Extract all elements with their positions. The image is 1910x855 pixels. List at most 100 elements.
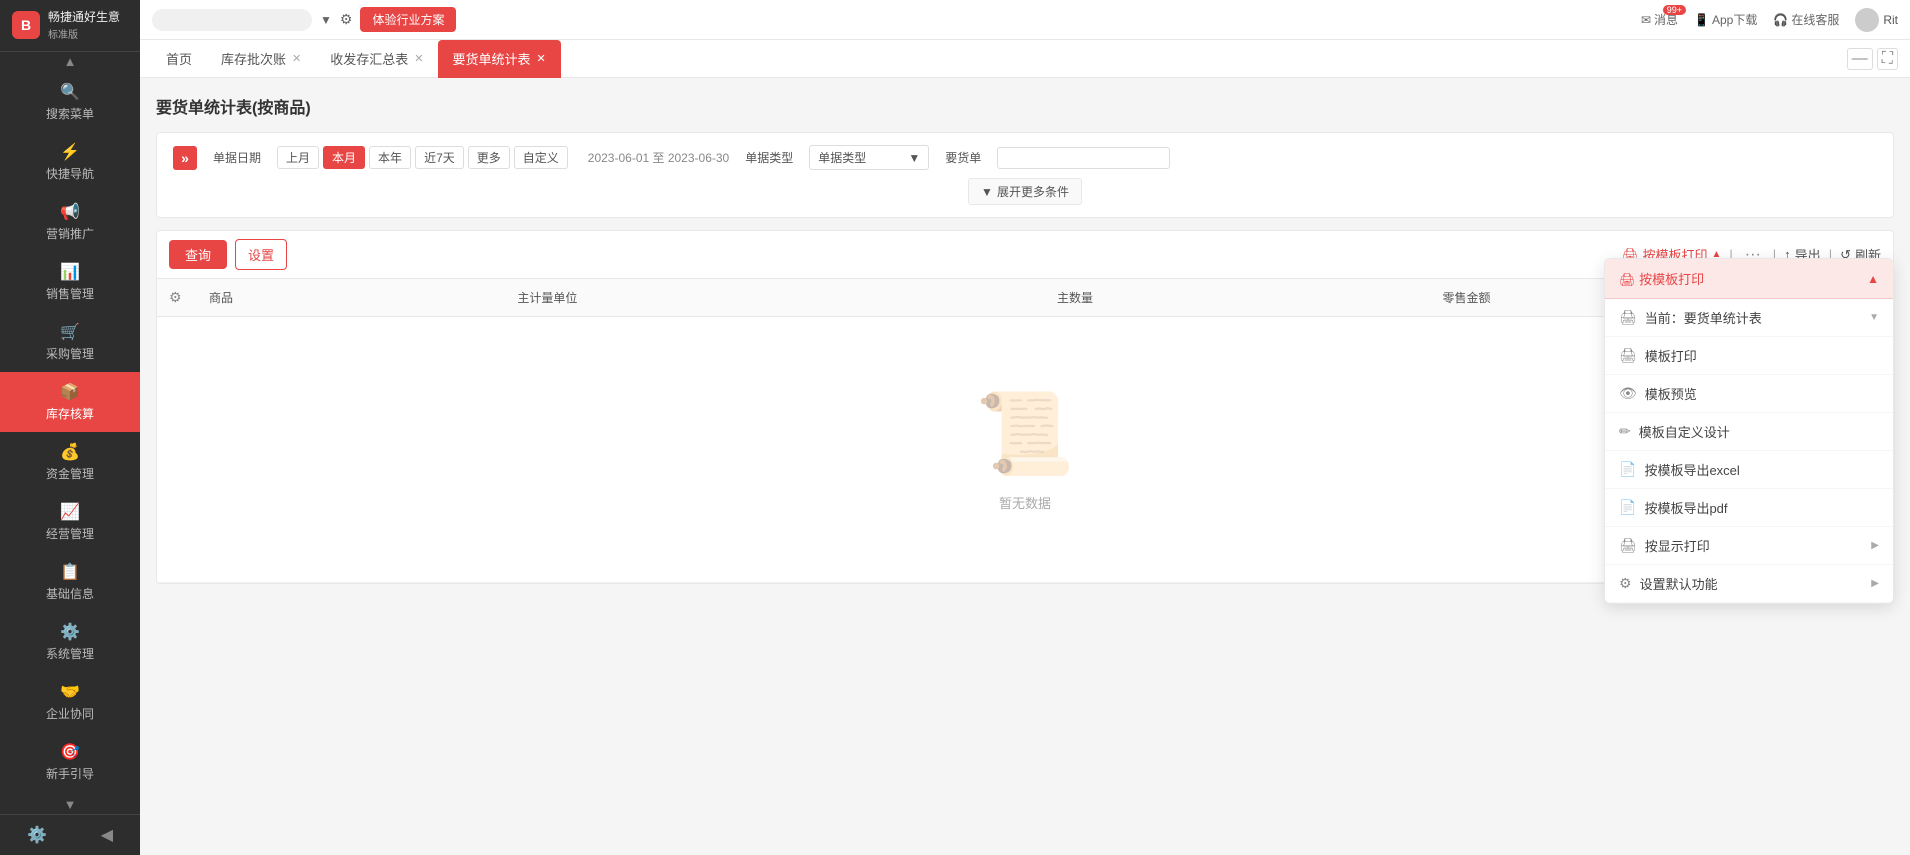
- sidebar-item-search[interactable]: 🔍 搜索菜单: [0, 72, 140, 132]
- setting-button[interactable]: 设置: [235, 239, 287, 270]
- template-custom-label: 模板自定义设计: [1639, 422, 1730, 441]
- print-dropdown: 🖨 按模板打印 ▲ 🖨 当前：要货单统计表 ▼ 🖨 模板打印: [1604, 258, 1894, 604]
- tabs-bar: 首页 库存批次账 ✕ 收发存汇总表 ✕ 要货单统计表 ✕ — ⛶: [140, 40, 1910, 78]
- online-support-link[interactable]: 🎧 在线客服: [1773, 11, 1839, 28]
- tabs-actions: — ⛶: [1847, 48, 1898, 70]
- goods-input[interactable]: [997, 147, 1170, 169]
- tab-home-label: 首页: [166, 49, 192, 68]
- date-btn-more[interactable]: 更多: [468, 146, 510, 169]
- print-current-item-left: 🖨 当前：要货单统计表: [1619, 308, 1762, 327]
- set-default-icon: ⚙: [1619, 575, 1632, 592]
- sidebar-bottom: ⚙️ ◀: [0, 814, 140, 855]
- tab-maximize-button[interactable]: ⛶: [1877, 48, 1898, 70]
- support-icon: 🎧: [1773, 13, 1788, 27]
- app-logo: B 畅捷通好生意 标准版: [0, 0, 140, 52]
- query-button[interactable]: 查询: [169, 240, 227, 269]
- print-export-pdf-item[interactable]: 📄 按模板导出pdf: [1605, 489, 1893, 527]
- col-settings-icon[interactable]: ⚙: [169, 289, 182, 305]
- expand-more-icon: ▼: [981, 185, 993, 199]
- date-buttons: 上月 本月 本年 近7天 更多 自定义: [277, 146, 568, 169]
- sidebar-item-marketing[interactable]: 📢 营销推广: [0, 192, 140, 252]
- sidebar-item-cooperation[interactable]: 🤝 企业协同: [0, 672, 140, 732]
- date-filter-label: 单据日期: [213, 149, 261, 166]
- sidebar-scroll-down[interactable]: ▼: [0, 794, 140, 814]
- search-icon: 🔍: [60, 82, 80, 102]
- empty-text: 暂无数据: [999, 493, 1051, 512]
- type-select[interactable]: 单据类型 ▼: [809, 145, 929, 170]
- print-set-default-item[interactable]: ⚙ 设置默认功能 ▶: [1605, 565, 1893, 603]
- print-current-item[interactable]: 🖨 当前：要货单统计表 ▼: [1605, 299, 1893, 337]
- col-goods: 商品: [197, 279, 505, 317]
- app-download-link[interactable]: 📱 App下载: [1694, 11, 1757, 28]
- sales-icon: 📊: [60, 262, 80, 282]
- sidebar-item-guide[interactable]: 🎯 新手引导: [0, 732, 140, 792]
- template-preview-icon: 👁: [1619, 385, 1637, 402]
- tab-inventory-batch[interactable]: 库存批次账 ✕: [207, 40, 316, 78]
- display-print-item-left: 🖨 按显示打印: [1619, 536, 1710, 555]
- tab-minimize-button[interactable]: —: [1847, 48, 1873, 70]
- sidebar-label-basic: 基础信息: [46, 585, 94, 602]
- print-display-print-item[interactable]: 🖨 按显示打印 ▶: [1605, 527, 1893, 565]
- template-preview-label: 模板预览: [1645, 384, 1697, 403]
- col-quantity: 主数量: [1045, 279, 1430, 317]
- date-btn-this-year[interactable]: 本年: [369, 146, 411, 169]
- type-filter-label: 单据类型: [745, 149, 793, 166]
- user-avatar-area[interactable]: Rit: [1855, 8, 1898, 32]
- tab-receipt-summary[interactable]: 收发存汇总表 ✕: [316, 40, 438, 78]
- sidebar-label-purchase: 采购管理: [46, 345, 94, 362]
- inventory-icon: 📦: [60, 382, 80, 402]
- sidebar-item-inventory[interactable]: 📦 库存核算: [0, 372, 140, 432]
- export-excel-icon: 📄: [1619, 461, 1636, 478]
- sidebar-label-marketing: 营销推广: [46, 225, 94, 242]
- print-dropdown-header: 🖨 按模板打印 ▲: [1605, 259, 1893, 299]
- print-export-excel-item[interactable]: 📄 按模板导出excel: [1605, 451, 1893, 489]
- date-btn-custom[interactable]: 自定义: [514, 146, 568, 169]
- tab-receipt-summary-close[interactable]: ✕: [414, 52, 423, 65]
- sidebar-item-basic[interactable]: 📋 基础信息: [0, 552, 140, 612]
- print-template-custom-item[interactable]: ✏ 模板自定义设计: [1605, 413, 1893, 451]
- expand-more-btn[interactable]: ▼ 展开更多条件: [968, 178, 1082, 205]
- current-item-chevron: ▼: [1869, 312, 1879, 323]
- date-btn-7days[interactable]: 近7天: [415, 146, 464, 169]
- collapse-icon[interactable]: ◀: [101, 825, 113, 845]
- sidebar-scroll-up[interactable]: ▲: [0, 52, 140, 72]
- sidebar-item-purchase[interactable]: 🛒 采购管理: [0, 312, 140, 372]
- topbar-gear-icon[interactable]: ⚙: [340, 11, 353, 28]
- current-item-icon: 🖨: [1619, 309, 1637, 326]
- logo-text-block: 畅捷通好生意 标准版: [48, 10, 120, 41]
- trial-button[interactable]: 体验行业方案: [360, 7, 456, 32]
- user-avatar: [1855, 8, 1879, 32]
- empty-illustration: 📜: [975, 387, 1075, 481]
- purchase-icon: 🛒: [60, 322, 80, 342]
- settings-icon[interactable]: ⚙️: [27, 825, 47, 845]
- print-template-print-item[interactable]: 🖨 模板打印: [1605, 337, 1893, 375]
- template-print-item-left: 🖨 模板打印: [1619, 346, 1697, 365]
- template-custom-icon: ✏: [1619, 423, 1631, 440]
- sidebar-item-finance[interactable]: 💰 资金管理: [0, 432, 140, 492]
- search-input[interactable]: [152, 9, 312, 31]
- print-header-icon: 🖨: [1619, 272, 1636, 287]
- tab-requisition-stats[interactable]: 要货单统计表 ✕: [438, 40, 560, 78]
- message-notification[interactable]: ✉ 消息 99+: [1641, 11, 1678, 28]
- system-icon: ⚙️: [60, 622, 80, 642]
- date-btn-last-month[interactable]: 上月: [277, 146, 319, 169]
- set-default-chevron: ▶: [1871, 578, 1879, 589]
- tab-requisition-stats-close[interactable]: ✕: [537, 52, 546, 65]
- filter-expand-toggle[interactable]: »: [173, 146, 197, 170]
- sidebar-label-operations: 经营管理: [46, 525, 94, 542]
- tab-inventory-batch-close[interactable]: ✕: [292, 52, 301, 65]
- tab-home[interactable]: 首页: [152, 40, 207, 78]
- export-pdf-item-left: 📄 按模板导出pdf: [1619, 498, 1728, 517]
- sidebar-item-system[interactable]: ⚙️ 系统管理: [0, 612, 140, 672]
- sidebar: B 畅捷通好生意 标准版 ▲ 🔍 搜索菜单 ⚡ 快捷导航 📢 营销推广 📊 销售…: [0, 0, 140, 855]
- topbar-right: ✉ 消息 99+ 📱 App下载 🎧 在线客服 Rit: [1641, 8, 1898, 32]
- print-template-preview-item[interactable]: 👁 模板预览: [1605, 375, 1893, 413]
- sidebar-item-quick-nav[interactable]: ⚡ 快捷导航: [0, 132, 140, 192]
- nav-dropdown-icon[interactable]: ▼: [320, 13, 332, 27]
- sidebar-item-operations[interactable]: 📈 经营管理: [0, 492, 140, 552]
- print-dropdown-collapse[interactable]: ▲: [1867, 272, 1879, 286]
- sidebar-item-sales[interactable]: 📊 销售管理: [0, 252, 140, 312]
- user-name: Rit: [1883, 13, 1898, 27]
- date-btn-this-month[interactable]: 本月: [323, 146, 365, 169]
- logo-icon: B: [12, 11, 40, 39]
